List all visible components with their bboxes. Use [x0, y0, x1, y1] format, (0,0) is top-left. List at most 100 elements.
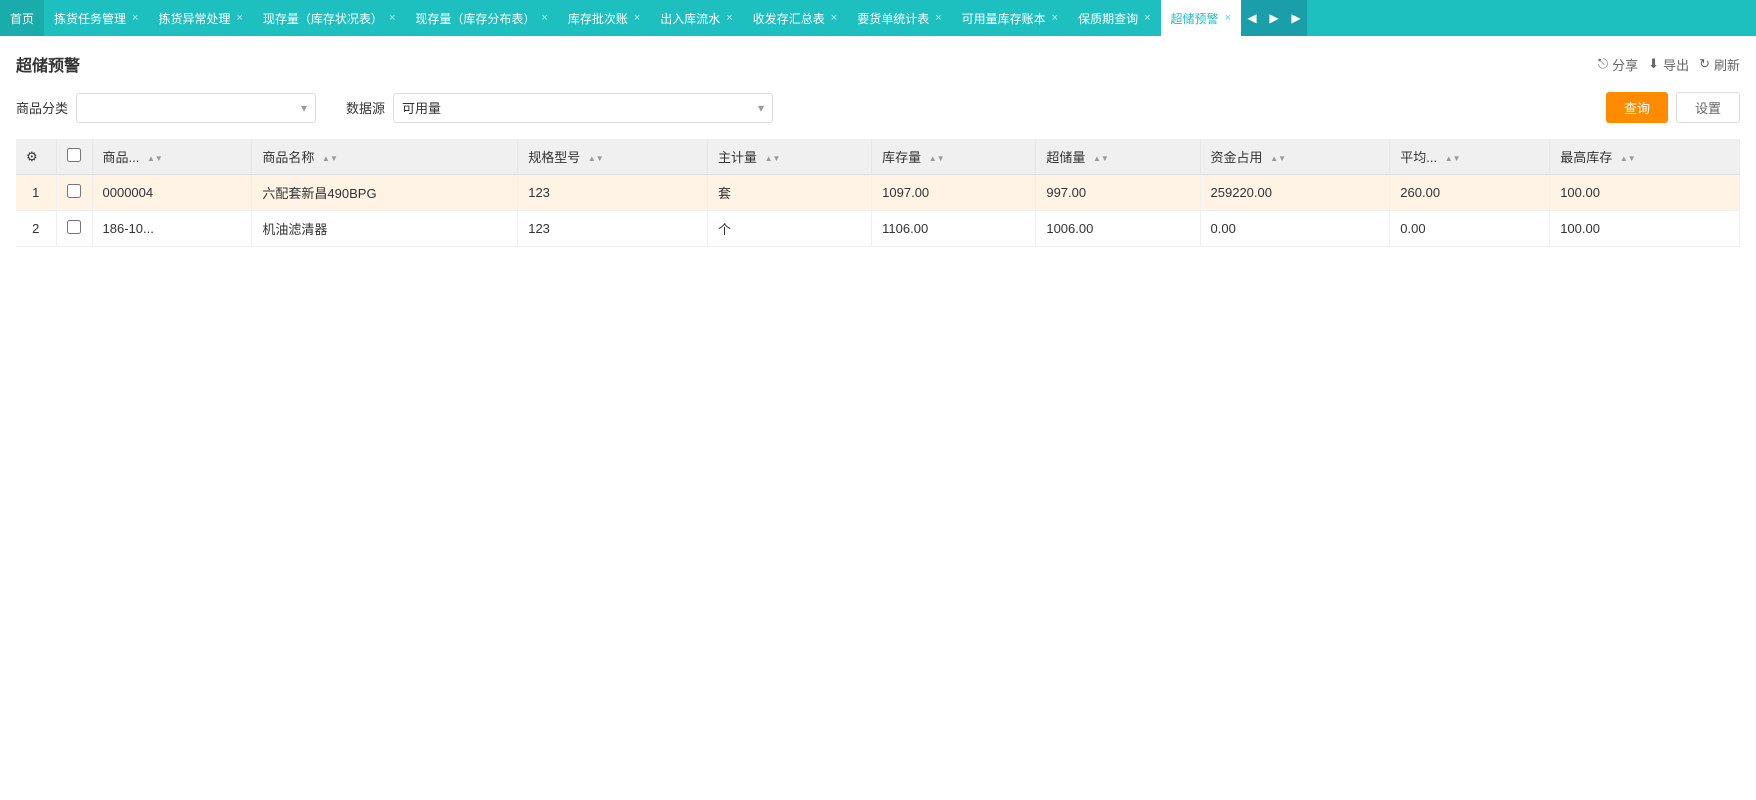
cell-stock: 1097.00 — [872, 175, 1036, 211]
sort-icon: ▲▼ — [322, 155, 338, 163]
table-header-row: ⚙ 商品... ▲▼ 商品名称 ▲▼ 规格型号 ▲▼ 主计 — [16, 139, 1740, 175]
cell-overstock: 997.00 — [1036, 175, 1200, 211]
cell-avg: 0.00 — [1390, 211, 1550, 247]
sort-icon: ▲▼ — [1093, 155, 1109, 163]
close-icon[interactable]: × — [831, 12, 837, 24]
row-checkbox-cell[interactable] — [56, 175, 92, 211]
nav-item-requisition[interactable]: 要货单统计表 × — [847, 0, 951, 36]
datasource-label: 数据源 — [346, 98, 385, 117]
table-row: 2 186-10... 机油滤清器 123 个 1106.00 1006.00 … — [16, 211, 1740, 247]
nav-item-stock-status[interactable]: 现存量（库存状况表） × — [253, 0, 405, 36]
sort-icon: ▲▼ — [765, 155, 781, 163]
cell-product-code: 0000004 — [92, 175, 252, 211]
col-avg[interactable]: 平均... ▲▼ — [1390, 139, 1550, 175]
checkbox-header[interactable] — [56, 139, 92, 175]
cell-max-stock: 100.00 — [1550, 175, 1740, 211]
close-icon[interactable]: × — [541, 12, 547, 24]
chevron-down-icon — [758, 100, 764, 115]
nav-item-pick-task[interactable]: 拣货任务管理 × — [44, 0, 148, 36]
col-capital[interactable]: 资金占用 ▲▼ — [1200, 139, 1390, 175]
col-stock[interactable]: 库存量 ▲▼ — [872, 139, 1036, 175]
nav-bar: 首页 拣货任务管理 × 拣货异常处理 × 现存量（库存状况表） × 现存量（库存… — [0, 0, 1756, 36]
chevron-down-icon — [301, 100, 307, 115]
cell-stock: 1106.00 — [872, 211, 1036, 247]
page-content: 超储预警 ⎋ 分享 ⬇ 导出 ↻ 刷新 商品分类 数据源 — [0, 36, 1756, 800]
category-select[interactable] — [76, 93, 316, 123]
sort-icon: ▲▼ — [1620, 155, 1636, 163]
nav-item-batch[interactable]: 库存批次账 × — [558, 0, 650, 36]
data-table: ⚙ 商品... ▲▼ 商品名称 ▲▼ 规格型号 ▲▼ 主计 — [16, 139, 1740, 247]
col-product-name[interactable]: 商品名称 ▲▼ — [252, 139, 518, 175]
cell-product-name: 机油滤清器 — [252, 211, 518, 247]
datasource-value: 可用量 — [402, 98, 441, 117]
sort-icon: ▲▼ — [588, 155, 604, 163]
cell-unit: 套 — [707, 175, 871, 211]
refresh-icon: ↻ — [1699, 56, 1710, 72]
gear-header[interactable]: ⚙ — [16, 139, 56, 175]
close-icon[interactable]: × — [1144, 12, 1150, 24]
gear-icon[interactable]: ⚙ — [26, 149, 38, 164]
close-icon[interactable]: × — [1052, 12, 1058, 24]
nav-prev-arrow[interactable]: ◀ — [1241, 0, 1263, 36]
nav-item-expiry[interactable]: 保质期查询 × — [1068, 0, 1160, 36]
close-icon[interactable]: × — [236, 12, 242, 24]
category-label: 商品分类 — [16, 98, 68, 117]
col-product-code[interactable]: 商品... ▲▼ — [92, 139, 252, 175]
cell-product-code: 186-10... — [92, 211, 252, 247]
row-number: 1 — [16, 175, 56, 211]
row-checkbox[interactable] — [67, 220, 81, 234]
nav-item-overstock[interactable]: 超储预警 × — [1161, 0, 1241, 36]
select-all-checkbox[interactable] — [67, 148, 81, 162]
settings-button[interactable]: 设置 — [1676, 92, 1740, 123]
category-filter: 商品分类 — [16, 93, 316, 123]
nav-item-stock-dist[interactable]: 现存量（库存分布表） × — [405, 0, 557, 36]
share-icon: ⎋ — [1598, 56, 1608, 72]
close-icon[interactable]: × — [726, 12, 732, 24]
nav-more-arrow[interactable]: ▶ — [1285, 0, 1307, 36]
col-unit[interactable]: 主计量 ▲▼ — [707, 139, 871, 175]
cell-capital: 259220.00 — [1200, 175, 1390, 211]
sort-icon: ▲▼ — [1270, 155, 1286, 163]
cell-spec: 123 — [518, 211, 708, 247]
cell-avg: 260.00 — [1390, 175, 1550, 211]
col-spec[interactable]: 规格型号 ▲▼ — [518, 139, 708, 175]
export-icon: ⬇ — [1648, 56, 1659, 72]
cell-product-name: 六配套新昌490BPG — [252, 175, 518, 211]
cell-max-stock: 100.00 — [1550, 211, 1740, 247]
cell-overstock: 1006.00 — [1036, 211, 1200, 247]
close-icon[interactable]: × — [935, 12, 941, 24]
page-title: 超储预警 — [16, 52, 80, 76]
row-checkbox-cell[interactable] — [56, 211, 92, 247]
sort-icon: ▲▼ — [1445, 155, 1461, 163]
query-button[interactable]: 查询 — [1606, 92, 1668, 123]
row-number: 2 — [16, 211, 56, 247]
refresh-button[interactable]: ↻ 刷新 — [1699, 55, 1740, 74]
datasource-filter: 数据源 可用量 — [346, 93, 773, 123]
filter-actions: 查询 设置 — [1606, 92, 1740, 123]
cell-unit: 个 — [707, 211, 871, 247]
export-button[interactable]: ⬇ 导出 — [1648, 55, 1689, 74]
datasource-select[interactable]: 可用量 — [393, 93, 773, 123]
col-overstock[interactable]: 超储量 ▲▼ — [1036, 139, 1200, 175]
nav-next-arrow[interactable]: ▶ — [1263, 0, 1285, 36]
nav-item-summary[interactable]: 收发存汇总表 × — [743, 0, 847, 36]
cell-spec: 123 — [518, 175, 708, 211]
nav-item-home[interactable]: 首页 — [0, 0, 44, 36]
nav-item-flow[interactable]: 出入库流水 × — [650, 0, 742, 36]
close-icon[interactable]: × — [389, 12, 395, 24]
header-actions: ⎋ 分享 ⬇ 导出 ↻ 刷新 — [1598, 55, 1740, 74]
close-icon[interactable]: × — [132, 12, 138, 24]
table-row: 1 0000004 六配套新昌490BPG 123 套 1097.00 997.… — [16, 175, 1740, 211]
col-max-stock[interactable]: 最高库存 ▲▼ — [1550, 139, 1740, 175]
share-button[interactable]: ⎋ 分享 — [1598, 55, 1638, 74]
page-header: 超储预警 ⎋ 分享 ⬇ 导出 ↻ 刷新 — [16, 52, 1740, 76]
close-icon[interactable]: × — [1225, 12, 1231, 24]
nav-item-available[interactable]: 可用量库存账本 × — [952, 0, 1068, 36]
close-icon[interactable]: × — [634, 12, 640, 24]
sort-icon: ▲▼ — [147, 155, 163, 163]
filter-row: 商品分类 数据源 可用量 查询 设置 — [16, 92, 1740, 123]
sort-icon: ▲▼ — [929, 155, 945, 163]
row-checkbox[interactable] — [67, 184, 81, 198]
cell-capital: 0.00 — [1200, 211, 1390, 247]
nav-item-pick-exception[interactable]: 拣货异常处理 × — [148, 0, 252, 36]
